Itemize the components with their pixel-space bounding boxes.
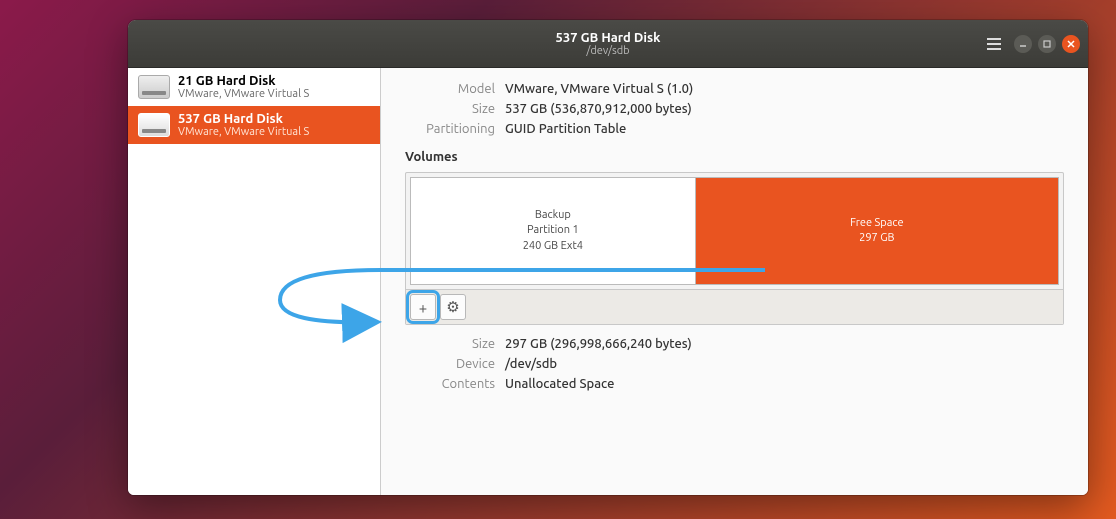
info-label: Size [405, 102, 495, 116]
info-label: Contents [405, 377, 495, 391]
hard-disk-icon [138, 75, 170, 99]
vol-seg-line: Partition 1 [527, 223, 579, 238]
disk-item-text: 21 GB Hard Disk VMware, VMware Virtual S [178, 74, 309, 100]
volumes-box: Backup Partition 1 240 GB Ext4 Free Spac… [405, 172, 1064, 325]
detail-row-size: Size 297 GB (296,998,666,240 bytes) [405, 337, 1064, 351]
hard-disk-icon [138, 113, 170, 137]
maximize-button[interactable] [1038, 35, 1056, 53]
info-value: 537 GB (536,870,912,000 bytes) [505, 102, 692, 116]
info-label: Size [405, 337, 495, 351]
titlebar: 537 GB Hard Disk /dev/sdb [128, 20, 1088, 68]
info-row-partitioning: Partitioning GUID Partition Table [405, 122, 1064, 136]
disk-item-text: 537 GB Hard Disk VMware, VMware Virtual … [178, 112, 309, 138]
info-value: /dev/sdb [505, 357, 557, 371]
disk-item-title: 537 GB Hard Disk [178, 112, 309, 126]
volume-segment-free-space[interactable]: Free Space 297 GB [696, 178, 1058, 284]
gnome-disks-window: 537 GB Hard Disk /dev/sdb 21 GB Hard Di [128, 20, 1088, 495]
vol-seg-line: 240 GB Ext4 [523, 239, 583, 254]
partition-options-button[interactable]: ⚙ [440, 294, 466, 320]
disk-item-sub: VMware, VMware Virtual S [178, 126, 309, 138]
window-title: 537 GB Hard Disk [556, 31, 661, 45]
hamburger-menu-button[interactable] [980, 30, 1008, 58]
info-label: Model [405, 82, 495, 96]
disk-list-sidebar: 21 GB Hard Disk VMware, VMware Virtual S… [128, 68, 381, 495]
disk-item-title: 21 GB Hard Disk [178, 74, 309, 88]
info-value: Unallocated Space [505, 377, 614, 391]
info-row-size: Size 537 GB (536,870,912,000 bytes) [405, 102, 1064, 116]
detail-row-device: Device /dev/sdb [405, 357, 1064, 371]
add-partition-button[interactable]: + [410, 294, 436, 320]
volume-details: Size 297 GB (296,998,666,240 bytes) Devi… [405, 337, 1064, 391]
info-value: VMware, VMware Virtual S (1.0) [505, 82, 693, 96]
volume-toolbar: + ⚙ [406, 289, 1063, 324]
disk-item-sub: VMware, VMware Virtual S [178, 88, 309, 100]
vol-seg-line: Free Space [850, 216, 903, 231]
gear-icon: ⚙ [446, 298, 459, 316]
detail-row-contents: Contents Unallocated Space [405, 377, 1064, 391]
vol-seg-line: 297 GB [859, 231, 894, 246]
disk-item-1[interactable]: 537 GB Hard Disk VMware, VMware Virtual … [128, 106, 380, 144]
body: 21 GB Hard Disk VMware, VMware Virtual S… [128, 68, 1088, 495]
volume-bar: Backup Partition 1 240 GB Ext4 Free Spac… [410, 177, 1059, 285]
main-pane: Model VMware, VMware Virtual S (1.0) Siz… [381, 68, 1088, 495]
disk-item-0[interactable]: 21 GB Hard Disk VMware, VMware Virtual S [128, 68, 380, 106]
volumes-heading: Volumes [405, 150, 1064, 164]
info-row-model: Model VMware, VMware Virtual S (1.0) [405, 82, 1064, 96]
info-value: 297 GB (296,998,666,240 bytes) [505, 337, 692, 351]
close-button[interactable] [1062, 35, 1080, 53]
plus-icon: + [419, 299, 427, 316]
window-controls [980, 30, 1080, 58]
info-label: Device [405, 357, 495, 371]
window-subtitle: /dev/sdb [556, 45, 661, 57]
info-label: Partitioning [405, 122, 495, 136]
info-value: GUID Partition Table [505, 122, 626, 136]
minimize-button[interactable] [1014, 35, 1032, 53]
vol-seg-line: Backup [535, 208, 571, 223]
volume-segment-partition1[interactable]: Backup Partition 1 240 GB Ext4 [411, 178, 696, 284]
titlebar-center: 537 GB Hard Disk /dev/sdb [556, 31, 661, 57]
